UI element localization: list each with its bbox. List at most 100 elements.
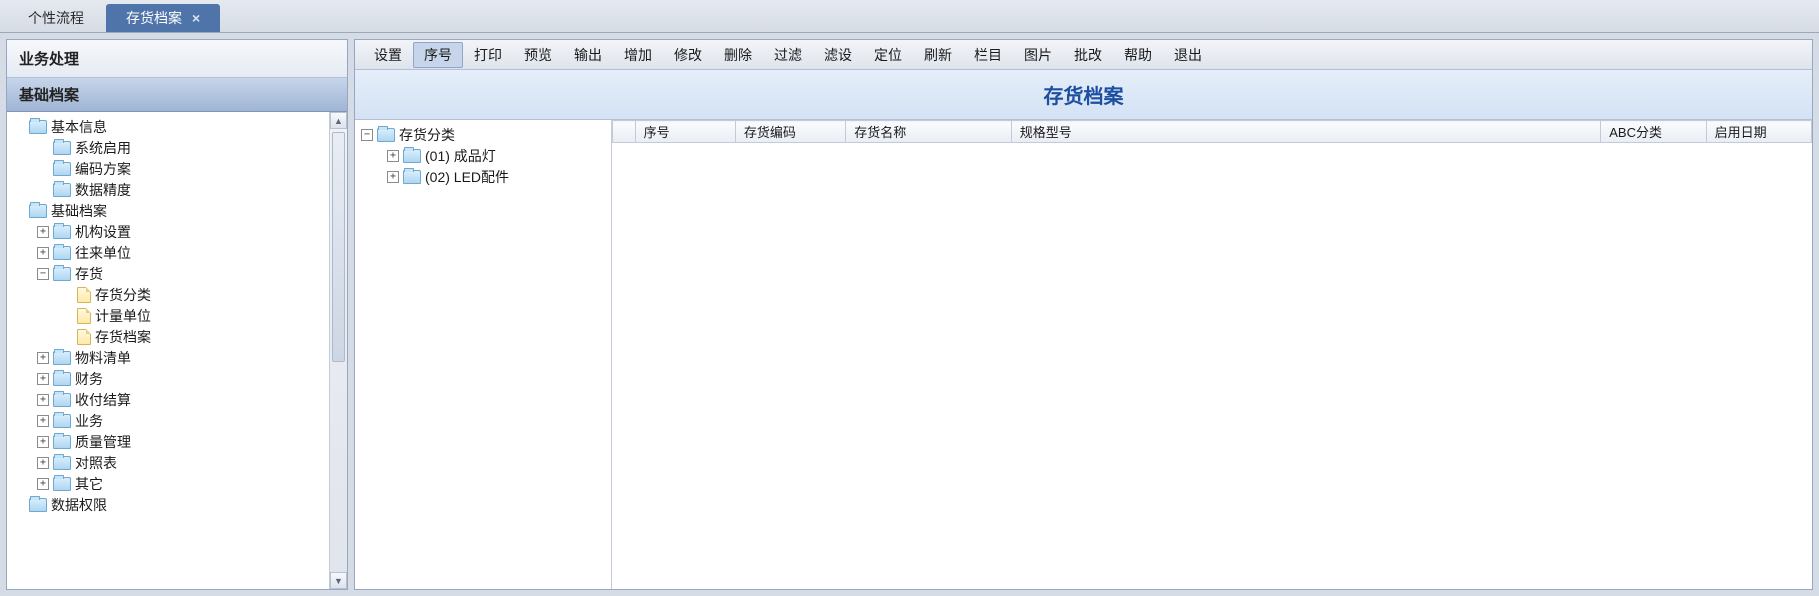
folder-icon	[53, 435, 71, 449]
tree-item[interactable]: 往来单位	[13, 242, 329, 263]
toolbar: 设置序号打印预览输出增加修改删除过滤滤设定位刷新栏目图片批改帮助退出	[355, 40, 1812, 70]
toggle-none	[13, 121, 25, 133]
tree-item[interactable]: 数据权限	[13, 494, 329, 515]
expand-icon[interactable]	[37, 247, 49, 259]
tab-label: 存货档案	[126, 8, 182, 28]
collapse-icon[interactable]	[361, 129, 373, 141]
data-grid[interactable]: 序号存货编码存货名称规格型号ABC分类启用日期	[612, 120, 1812, 589]
expand-icon[interactable]	[387, 150, 399, 162]
column-header[interactable]: 存货编码	[735, 121, 845, 143]
scroll-thumb[interactable]	[332, 132, 345, 362]
tree-item-label: 编码方案	[75, 159, 131, 179]
toolbar-序号[interactable]: 序号	[413, 42, 463, 68]
close-icon[interactable]: ×	[192, 10, 200, 26]
folder-icon	[53, 414, 71, 428]
scroll-down-icon[interactable]: ▼	[330, 572, 347, 589]
tree-item-label: 财务	[75, 369, 103, 389]
folder-icon	[53, 225, 71, 239]
tree-item-label: 基本信息	[51, 117, 107, 137]
category-label: 存货分类	[399, 125, 455, 145]
category-item[interactable]: (02) LED配件	[361, 166, 611, 187]
expand-icon[interactable]	[387, 171, 399, 183]
tree-item[interactable]: 业务	[13, 410, 329, 431]
column-header[interactable]: 启用日期	[1706, 121, 1811, 143]
tree-item[interactable]: 系统启用	[13, 137, 329, 158]
document-icon	[77, 287, 91, 303]
expand-icon[interactable]	[37, 478, 49, 490]
tree-item-label: 存货	[75, 264, 103, 284]
toolbar-过滤[interactable]: 过滤	[763, 42, 813, 68]
toolbar-删除[interactable]: 删除	[713, 42, 763, 68]
expand-icon[interactable]	[37, 226, 49, 238]
toolbar-帮助[interactable]: 帮助	[1113, 42, 1163, 68]
folder-icon	[53, 372, 71, 386]
tab-inventory[interactable]: 存货档案 ×	[106, 4, 220, 32]
tree-item[interactable]: 存货	[13, 263, 329, 284]
tree-item-label: 其它	[75, 474, 103, 494]
expand-icon[interactable]	[37, 436, 49, 448]
tree-item-label: 存货档案	[95, 327, 151, 347]
toolbar-设置[interactable]: 设置	[363, 42, 413, 68]
scrollbar[interactable]: ▲ ▼	[329, 112, 347, 589]
collapse-icon[interactable]	[37, 268, 49, 280]
tab-bar: 个性流程 存货档案 ×	[0, 0, 1819, 33]
toggle-none	[13, 205, 25, 217]
category-item[interactable]: (01) 成品灯	[361, 145, 611, 166]
tree-item[interactable]: 编码方案	[13, 158, 329, 179]
expand-icon[interactable]	[37, 457, 49, 469]
tree-item[interactable]: 数据精度	[13, 179, 329, 200]
tree-item[interactable]: 存货档案	[13, 326, 329, 347]
toolbar-图片[interactable]: 图片	[1013, 42, 1063, 68]
scroll-up-icon[interactable]: ▲	[330, 112, 347, 129]
panel-header-business[interactable]: 业务处理	[7, 40, 347, 78]
nav-tree[interactable]: 基本信息系统启用编码方案数据精度基础档案机构设置往来单位存货存货分类计量单位存货…	[7, 112, 329, 589]
toolbar-退出[interactable]: 退出	[1163, 42, 1213, 68]
tree-item-label: 对照表	[75, 453, 117, 473]
category-tree[interactable]: 存货分类(01) 成品灯(02) LED配件	[355, 120, 612, 589]
folder-icon	[53, 456, 71, 470]
toolbar-滤设[interactable]: 滤设	[813, 42, 863, 68]
tree-item[interactable]: 财务	[13, 368, 329, 389]
tree-item-label: 往来单位	[75, 243, 131, 263]
tree-item[interactable]: 基础档案	[13, 200, 329, 221]
tree-item[interactable]: 计量单位	[13, 305, 329, 326]
toolbar-打印[interactable]: 打印	[463, 42, 513, 68]
tree-item[interactable]: 收付结算	[13, 389, 329, 410]
tree-item[interactable]: 基本信息	[13, 116, 329, 137]
panel-header-basic[interactable]: 基础档案	[7, 78, 347, 112]
column-header[interactable]: 序号	[635, 121, 735, 143]
expand-icon[interactable]	[37, 352, 49, 364]
folder-icon	[29, 204, 47, 218]
folder-icon	[53, 162, 71, 176]
expand-icon[interactable]	[37, 394, 49, 406]
expand-icon[interactable]	[37, 373, 49, 385]
tree-item-label: 基础档案	[51, 201, 107, 221]
tree-item-label: 数据权限	[51, 495, 107, 515]
folder-icon	[53, 183, 71, 197]
category-item[interactable]: 存货分类	[361, 124, 611, 145]
tree-item[interactable]: 物料清单	[13, 347, 329, 368]
tree-item-label: 数据精度	[75, 180, 131, 200]
tab-label: 个性流程	[28, 8, 84, 28]
tree-item[interactable]: 机构设置	[13, 221, 329, 242]
toolbar-修改[interactable]: 修改	[663, 42, 713, 68]
tree-item-label: 业务	[75, 411, 103, 431]
tree-item[interactable]: 其它	[13, 473, 329, 494]
tab-flow[interactable]: 个性流程	[8, 4, 104, 32]
tree-item[interactable]: 对照表	[13, 452, 329, 473]
toolbar-输出[interactable]: 输出	[563, 42, 613, 68]
column-header[interactable]: 存货名称	[846, 121, 1012, 143]
expand-icon[interactable]	[37, 415, 49, 427]
toolbar-预览[interactable]: 预览	[513, 42, 563, 68]
tree-item[interactable]: 质量管理	[13, 431, 329, 452]
column-header[interactable]: ABC分类	[1601, 121, 1706, 143]
tree-item[interactable]: 存货分类	[13, 284, 329, 305]
toolbar-刷新[interactable]: 刷新	[913, 42, 963, 68]
toolbar-定位[interactable]: 定位	[863, 42, 913, 68]
page-title: 存货档案	[355, 70, 1812, 120]
tree-item-label: 物料清单	[75, 348, 131, 368]
toolbar-增加[interactable]: 增加	[613, 42, 663, 68]
toolbar-批改[interactable]: 批改	[1063, 42, 1113, 68]
column-header[interactable]: 规格型号	[1011, 121, 1600, 143]
toolbar-栏目[interactable]: 栏目	[963, 42, 1013, 68]
